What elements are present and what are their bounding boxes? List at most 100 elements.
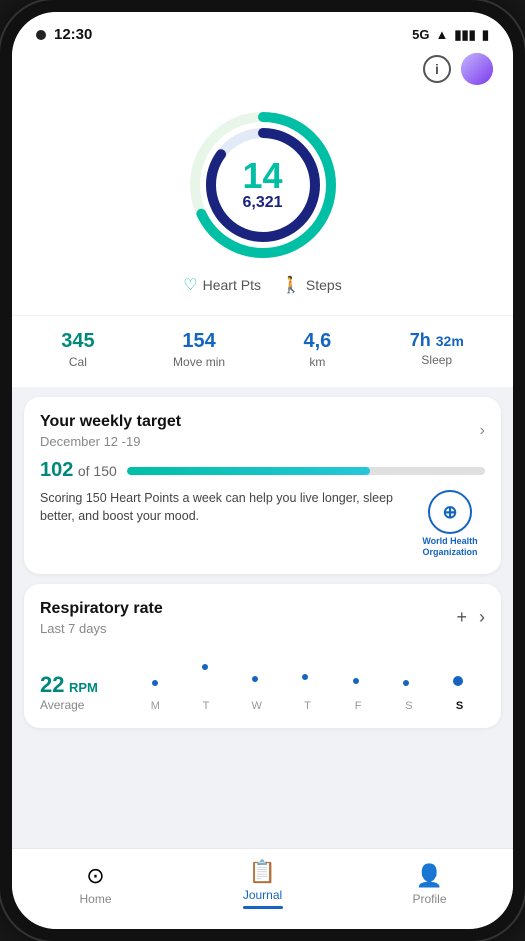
info-icon: i	[435, 61, 439, 77]
weekly-target-dates: December 12 -19	[40, 434, 181, 449]
calories-label: Cal	[61, 355, 94, 369]
stats-row: 345 Cal 154 Move min 4,6 km 7h 32m Sleep	[12, 315, 513, 387]
heart-pts-value: 14	[242, 158, 282, 194]
bottom-nav: ⊙ Home 📋 Journal 👤 Profile	[12, 848, 513, 929]
resp-subtitle: Last 7 days	[40, 621, 163, 636]
km-label: km	[303, 355, 331, 369]
journal-icon: 📋	[249, 859, 276, 885]
phone-screen: 12:30 5G ▲ ▮▮▮ ▮ i	[12, 12, 513, 929]
nav-profile[interactable]: 👤 Profile	[346, 863, 513, 906]
target-bottom: Scoring 150 Heart Points a week can help…	[40, 490, 485, 558]
chevron-right-icon: ›	[480, 422, 485, 440]
weekly-target-title-group: Your weekly target December 12 -19	[40, 413, 181, 449]
resp-chevron-right[interactable]: ›	[479, 607, 485, 628]
status-left: 12:30	[36, 26, 92, 43]
home-icon: ⊙	[86, 863, 104, 889]
heart-pts-label: Heart Pts	[203, 277, 261, 293]
resp-actions: + ›	[456, 607, 485, 628]
weekly-target-title: Your weekly target	[40, 413, 181, 431]
who-emblem: ⊕	[428, 490, 472, 534]
weekly-target-header: Your weekly target December 12 -19 ›	[40, 413, 485, 449]
ring-legend: ♡ Heart Pts 🚶 Steps	[183, 275, 341, 295]
nav-active-bar	[243, 906, 283, 909]
weekly-target-card[interactable]: Your weekly target December 12 -19 › 102…	[24, 397, 501, 574]
chart-dot-mon	[152, 680, 158, 686]
network-label: 5G	[412, 27, 429, 42]
steps-legend: 🚶 Steps	[281, 275, 342, 295]
signal-icon: ▮▮▮	[454, 27, 475, 43]
journal-label: Journal	[243, 888, 282, 902]
ring-section: 14 6,321 ♡ Heart Pts 🚶 Steps	[12, 95, 513, 315]
home-label: Home	[79, 892, 111, 906]
calories-value: 345	[61, 330, 94, 353]
chart-dot-wed	[252, 676, 258, 682]
resp-title: Respiratory rate	[40, 600, 163, 618]
target-description: Scoring 150 Heart Points a week can help…	[40, 490, 405, 525]
battery-icon: ▮	[482, 27, 489, 43]
resp-value-row: 22 RPM	[40, 672, 120, 698]
wifi-icon: ▲	[436, 27, 449, 42]
status-bar: 12:30 5G ▲ ▮▮▮ ▮	[12, 12, 513, 49]
chart-label-tue: T	[196, 700, 216, 712]
info-button[interactable]: i	[423, 55, 451, 83]
km-value: 4,6	[303, 330, 331, 353]
status-right: 5G ▲ ▮▮▮ ▮	[412, 27, 489, 43]
chart-dots	[130, 644, 485, 694]
add-resp-button[interactable]: +	[456, 607, 467, 628]
heart-icon: ♡	[183, 275, 197, 295]
steps-value: 6,321	[242, 194, 282, 212]
move-value: 154	[173, 330, 225, 353]
resp-card-header: Respiratory rate Last 7 days + ›	[40, 600, 485, 636]
phone-frame: 12:30 5G ▲ ▮▮▮ ▮ i	[0, 0, 525, 941]
chart-dot-tue	[202, 664, 208, 670]
resp-unit: RPM	[69, 680, 98, 695]
camera-dot	[36, 30, 46, 40]
chart-dot-sun	[453, 676, 463, 686]
chart-label-fri: F	[348, 700, 368, 712]
chart-dot-thu	[302, 674, 308, 680]
profile-icon: 👤	[416, 863, 443, 889]
header: i	[12, 49, 513, 95]
chart-label-mon: M	[145, 700, 165, 712]
target-current: 102	[40, 459, 73, 481]
activity-ring: 14 6,321	[183, 105, 343, 265]
profile-label: Profile	[412, 892, 446, 906]
stat-calories: 345 Cal	[61, 330, 94, 369]
progress-bar-bg	[127, 467, 485, 475]
respiratory-rate-card: Respiratory rate Last 7 days + › 22 RPM	[24, 584, 501, 728]
progress-bar-fill	[127, 467, 371, 475]
avatar-image	[461, 53, 493, 85]
chart-dot-fri	[353, 678, 359, 684]
stat-sleep: 7h 32m Sleep	[410, 330, 464, 369]
move-label: Move min	[173, 355, 225, 369]
chart-label-thu: T	[297, 700, 317, 712]
nav-journal[interactable]: 📋 Journal	[179, 859, 346, 909]
chart-labels: M T W T F S S	[130, 700, 485, 712]
chart-dot-sat	[403, 680, 409, 686]
nav-home[interactable]: ⊙ Home	[12, 863, 179, 906]
resp-title-group: Respiratory rate Last 7 days	[40, 600, 163, 636]
target-of: of	[78, 463, 94, 479]
steps-label: Steps	[306, 277, 342, 293]
stat-km: 4,6 km	[303, 330, 331, 369]
resp-chart: M T W T F S S	[130, 644, 485, 712]
who-label: World HealthOrganization	[422, 536, 477, 558]
target-progress-row: 102 of 150	[40, 459, 485, 482]
stat-move: 154 Move min	[173, 330, 225, 369]
sleep-label: Sleep	[410, 353, 464, 367]
chart-label-sun: S	[450, 700, 470, 712]
resp-value: 22	[40, 672, 64, 697]
resp-avg-label: Average	[40, 698, 120, 712]
sleep-value: 7h 32m	[410, 330, 464, 351]
resp-content: 22 RPM Average	[40, 644, 485, 712]
who-logo: ⊕ World HealthOrganization	[415, 490, 485, 558]
target-count: 102 of 150	[40, 459, 117, 482]
scroll-content: 14 6,321 ♡ Heart Pts 🚶 Steps	[12, 95, 513, 848]
target-goal: 150	[93, 463, 116, 479]
status-time: 12:30	[54, 26, 92, 43]
chart-label-wed: W	[247, 700, 267, 712]
avatar[interactable]	[461, 53, 493, 85]
resp-left: 22 RPM Average	[40, 672, 120, 712]
chart-label-sat: S	[399, 700, 419, 712]
heart-pts-legend: ♡ Heart Pts	[183, 275, 261, 295]
